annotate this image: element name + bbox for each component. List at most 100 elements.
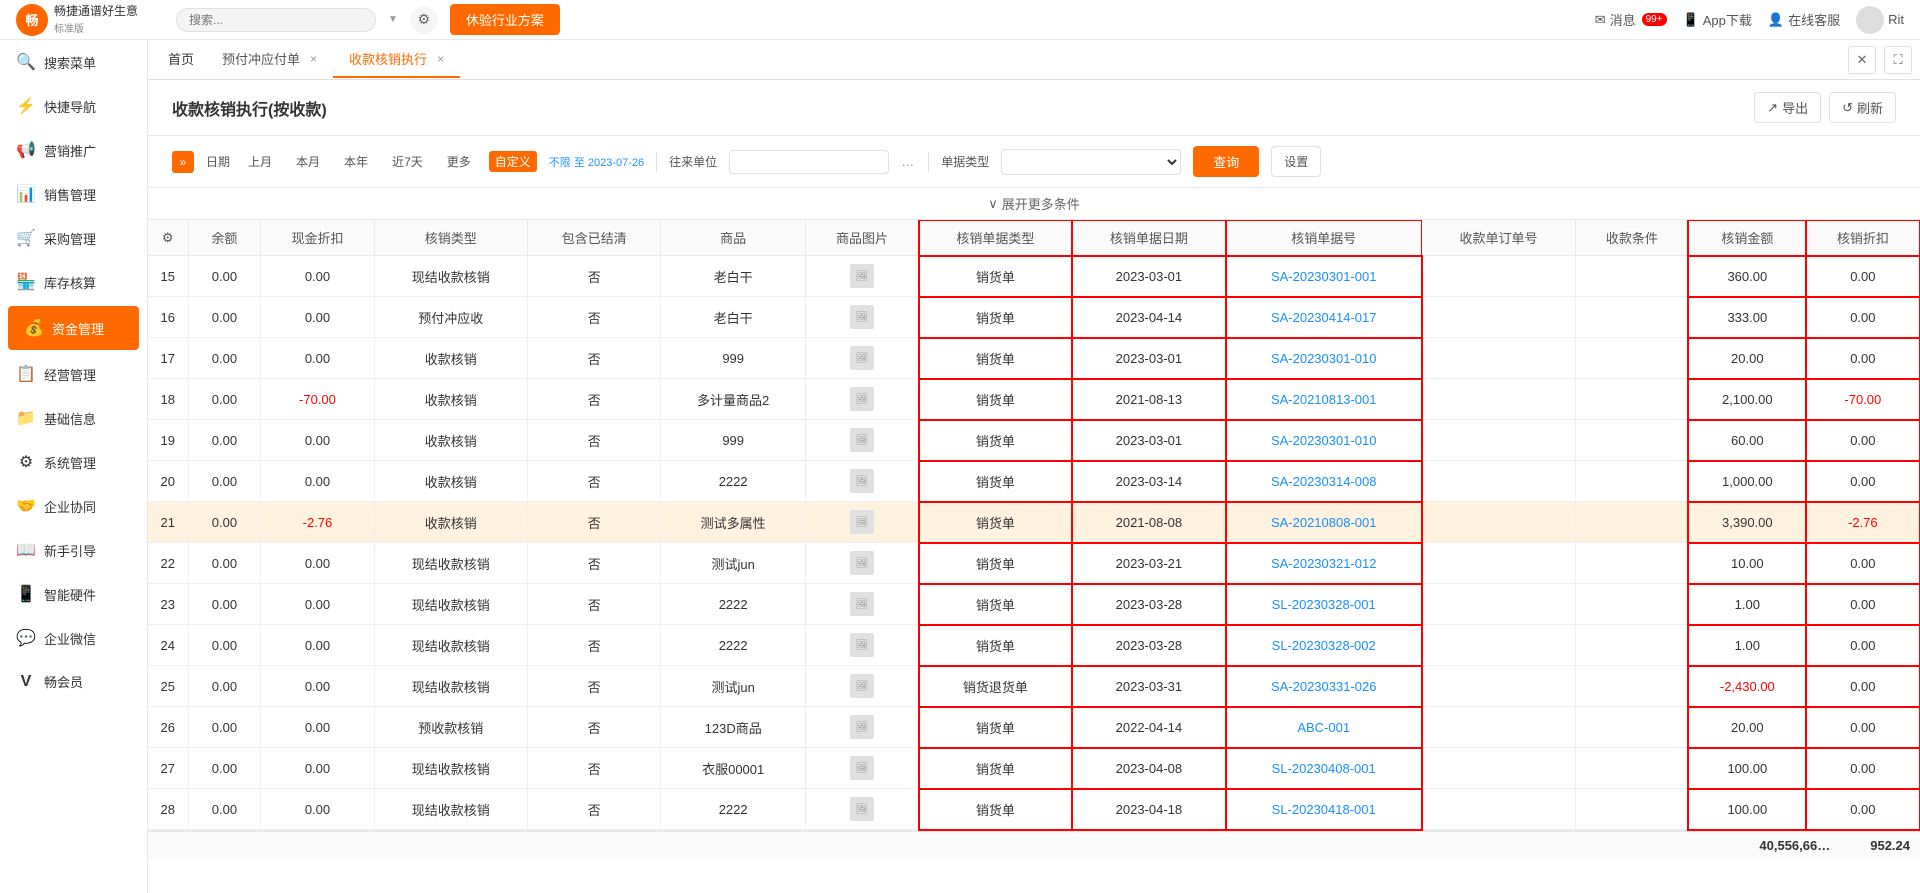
table-row: 20 0.00 0.00 收款核销 否 2222 🖼 销货单 2023-03-1…	[148, 461, 1920, 502]
cell-balance: 0.00	[188, 625, 261, 666]
cell-balance: 0.00	[188, 297, 261, 338]
export-btn[interactable]: ↗ 导出	[1754, 92, 1821, 123]
tab-close-btn[interactable]: ✕	[1848, 46, 1876, 74]
filter-this-month[interactable]: 本月	[290, 151, 326, 172]
tab-home[interactable]: 首页	[156, 41, 206, 78]
cell-amount: 333.00	[1688, 297, 1806, 338]
sidebar-item-hardware[interactable]: 📱 智能硬件	[0, 572, 147, 616]
cell-bill-type: 销货单	[919, 297, 1073, 338]
sidebar-item-operations[interactable]: 📋 经营管理	[0, 352, 147, 396]
partner-input[interactable]	[729, 150, 889, 174]
sidebar-item-basics[interactable]: 📁 基础信息	[0, 396, 147, 440]
export-icon: ↗	[1767, 100, 1778, 116]
cell-conditions	[1575, 379, 1688, 420]
cell-bill-no[interactable]: SL-20230328-002	[1226, 625, 1422, 666]
col-settings[interactable]: ⚙	[148, 220, 188, 256]
sidebar-item-search[interactable]: 🔍 搜索菜单	[0, 40, 147, 84]
query-btn[interactable]: 查询	[1193, 146, 1259, 177]
sidebar-item-guide[interactable]: 📖 新手引导	[0, 528, 147, 572]
purchase-icon: 🛒	[16, 228, 36, 248]
cell-bill-no[interactable]: SA-20230414-017	[1226, 297, 1422, 338]
sidebar-item-quicknav[interactable]: ⚡ 快捷导航	[0, 84, 147, 128]
cell-conditions	[1575, 707, 1688, 748]
col-receipt-order: 收款单订单号	[1422, 220, 1576, 256]
logo-icon: 畅	[16, 4, 48, 36]
cell-verify-type: 现结收款核销	[374, 256, 528, 297]
filter-more[interactable]: 更多	[441, 151, 477, 172]
filter-last7[interactable]: 近7天	[386, 151, 429, 172]
tab-bar-right: ✕ ⛶	[1848, 46, 1912, 74]
sidebar-item-member[interactable]: V 畅会员	[0, 660, 147, 703]
cell-bill-no[interactable]: SA-20230321-012	[1226, 543, 1422, 584]
search-input[interactable]	[176, 8, 376, 32]
cell-bill-no[interactable]: SA-20230301-010	[1226, 420, 1422, 461]
sidebar-item-finance[interactable]: 💰 资金管理	[8, 306, 139, 350]
cell-bill-no[interactable]: SA-20230331-026	[1226, 666, 1422, 707]
cell-bill-type: 销货单	[919, 420, 1073, 461]
tab-receipt[interactable]: 收款核销执行 ×	[333, 41, 460, 78]
member-icon: V	[16, 673, 36, 691]
bill-type-select[interactable]	[1001, 149, 1181, 175]
cell-cash-discount: 0.00	[261, 420, 374, 461]
filter-custom[interactable]: 自定义	[489, 151, 537, 172]
cell-verify-type: 收款核销	[374, 338, 528, 379]
setting-btn[interactable]: 设置	[1271, 146, 1321, 177]
tab-prepay[interactable]: 预付冲应付单 ×	[206, 41, 333, 78]
cell-goods: 2222	[661, 625, 806, 666]
cell-discount: 0.00	[1806, 256, 1919, 297]
message-btn[interactable]: ✉ 消息 99+	[1595, 10, 1667, 29]
cell-bill-no[interactable]: SA-20210808-001	[1226, 502, 1422, 543]
sidebar-item-purchase[interactable]: 🛒 采购管理	[0, 216, 147, 260]
cell-bill-no[interactable]: SL-20230408-001	[1226, 748, 1422, 789]
sidebar-item-marketing[interactable]: 📢 营销推广	[0, 128, 147, 172]
cell-bill-no[interactable]: SA-20230301-010	[1226, 338, 1422, 379]
cell-verify-type: 现结收款核销	[374, 584, 528, 625]
cell-bill-no[interactable]: SA-20230314-008	[1226, 461, 1422, 502]
cell-bill-no[interactable]: SL-20230328-001	[1226, 584, 1422, 625]
service-icon: 👤	[1768, 12, 1784, 28]
cell-goods-img: 🖼	[805, 666, 918, 707]
table-container[interactable]: ⚙ 余额 现金折扣 核销类型 包含已结清 商品 商品图片 核销单据类型 核销单据…	[148, 220, 1920, 893]
cell-included: 否	[528, 461, 661, 502]
cell-bill-no[interactable]: ABC-001	[1226, 707, 1422, 748]
cell-bill-no[interactable]: SA-20230301-001	[1226, 256, 1422, 297]
tab-expand-btn[interactable]: ⛶	[1884, 46, 1912, 74]
cell-bill-type: 销货单	[919, 543, 1073, 584]
cell-receipt-order	[1422, 666, 1576, 707]
cell-goods: 999	[661, 420, 806, 461]
sidebar-item-sales[interactable]: 📊 销售管理	[0, 172, 147, 216]
tab-prepay-close[interactable]: ×	[310, 52, 317, 66]
cell-cash-discount: 0.00	[261, 543, 374, 584]
filter-toggle-btn[interactable]: »	[172, 151, 194, 173]
cell-discount: 0.00	[1806, 297, 1919, 338]
table-row: 21 0.00 -2.76 收款核销 否 测试多属性 🖼 销货单 2021-08…	[148, 502, 1920, 543]
cell-conditions	[1575, 666, 1688, 707]
cell-receipt-order	[1422, 338, 1576, 379]
cell-included: 否	[528, 625, 661, 666]
tab-receipt-close[interactable]: ×	[437, 52, 444, 66]
cell-bill-no[interactable]: SL-20230418-001	[1226, 789, 1422, 830]
app-download-btn[interactable]: 📱 App下载	[1683, 10, 1752, 29]
sidebar-item-system[interactable]: ⚙ 系统管理	[0, 440, 147, 484]
message-badge: 99+	[1642, 13, 1667, 26]
gear-button[interactable]: ⚙	[410, 6, 438, 34]
filter-this-year[interactable]: 本年	[338, 151, 374, 172]
cell-discount: -2.76	[1806, 502, 1919, 543]
filter-dots: …	[901, 154, 916, 169]
online-service-btn[interactable]: 👤 在线客服	[1768, 10, 1840, 29]
cell-amount: 10.00	[1688, 543, 1806, 584]
refresh-btn[interactable]: ↺ 刷新	[1829, 92, 1896, 123]
cell-goods: 123D商品	[661, 707, 806, 748]
sidebar-item-inventory[interactable]: 🏪 库存核算	[0, 260, 147, 304]
sidebar-item-wechat[interactable]: 💬 企业微信	[0, 616, 147, 660]
filter-bar: » 日期 上月 本月 本年 近7天 更多 自定义 不限 至 2023-07-26…	[148, 136, 1920, 188]
expand-conditions-btn[interactable]: ∨ 展开更多条件	[988, 194, 1080, 213]
user-name[interactable]: Rit	[1856, 6, 1904, 34]
industry-btn[interactable]: 休验行业方案	[450, 4, 560, 35]
content-area: 首页 预付冲应付单 × 收款核销执行 × ✕ ⛶ 收款核销执行(按收款)	[148, 40, 1920, 893]
cell-bill-no[interactable]: SA-20210813-001	[1226, 379, 1422, 420]
sidebar-item-cooperation[interactable]: 🤝 企业协同	[0, 484, 147, 528]
finance-icon: 💰	[24, 318, 44, 338]
filter-last-month[interactable]: 上月	[242, 151, 278, 172]
cell-discount: 0.00	[1806, 338, 1919, 379]
